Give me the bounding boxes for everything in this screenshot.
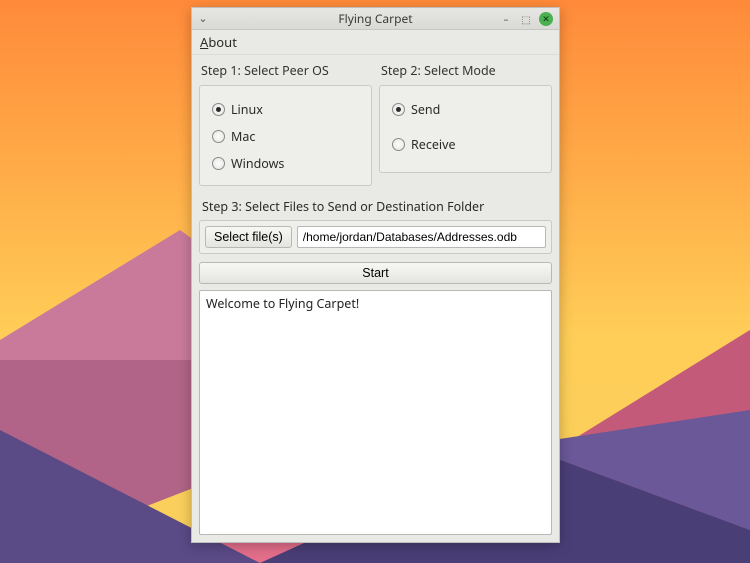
path-input[interactable]	[297, 226, 546, 248]
radio-icon	[212, 103, 225, 116]
radio-icon	[212, 157, 225, 170]
log-line: Welcome to Flying Carpet!	[206, 295, 359, 312]
radio-label: Send	[411, 101, 440, 118]
radio-windows[interactable]: Windows	[210, 150, 361, 177]
radio-label: Windows	[231, 155, 284, 172]
step2-group: Send Receive	[379, 85, 552, 173]
step1-group: Linux Mac Windows	[199, 85, 372, 186]
titlebar[interactable]: ⌄ Flying Carpet – ⬚ ✕	[192, 8, 559, 30]
close-button[interactable]: ✕	[539, 12, 553, 26]
radio-label: Linux	[231, 101, 263, 118]
menu-about[interactable]: About	[200, 33, 237, 51]
minimize-button[interactable]: –	[499, 12, 513, 26]
radio-icon	[392, 138, 405, 151]
radio-linux[interactable]: Linux	[210, 96, 361, 123]
client-area: Step 1: Select Peer OS Linux Mac Wind	[192, 55, 559, 542]
step3-title: Step 3: Select Files to Send or Destinat…	[202, 198, 552, 215]
step2-title: Step 2: Select Mode	[381, 62, 552, 79]
radio-icon	[212, 130, 225, 143]
radio-send[interactable]: Send	[390, 96, 541, 123]
step1-title: Step 1: Select Peer OS	[201, 62, 372, 79]
radio-label: Mac	[231, 128, 255, 145]
start-button[interactable]: Start	[199, 262, 552, 284]
maximize-button[interactable]: ⬚	[519, 12, 533, 26]
desktop: ⌄ Flying Carpet – ⬚ ✕ About Step 1: Sele…	[0, 0, 750, 563]
window-menu-icon[interactable]: ⌄	[192, 11, 214, 26]
window-controls: – ⬚ ✕	[499, 12, 559, 26]
log-output[interactable]: Welcome to Flying Carpet!	[199, 290, 552, 535]
select-files-button[interactable]: Select file(s)	[205, 226, 292, 248]
radio-icon	[392, 103, 405, 116]
step3-group: Select file(s)	[199, 220, 552, 254]
radio-receive[interactable]: Receive	[390, 131, 541, 158]
app-window: ⌄ Flying Carpet – ⬚ ✕ About Step 1: Sele…	[191, 7, 560, 543]
radio-label: Receive	[411, 136, 456, 153]
radio-mac[interactable]: Mac	[210, 123, 361, 150]
menubar: About	[192, 30, 559, 55]
